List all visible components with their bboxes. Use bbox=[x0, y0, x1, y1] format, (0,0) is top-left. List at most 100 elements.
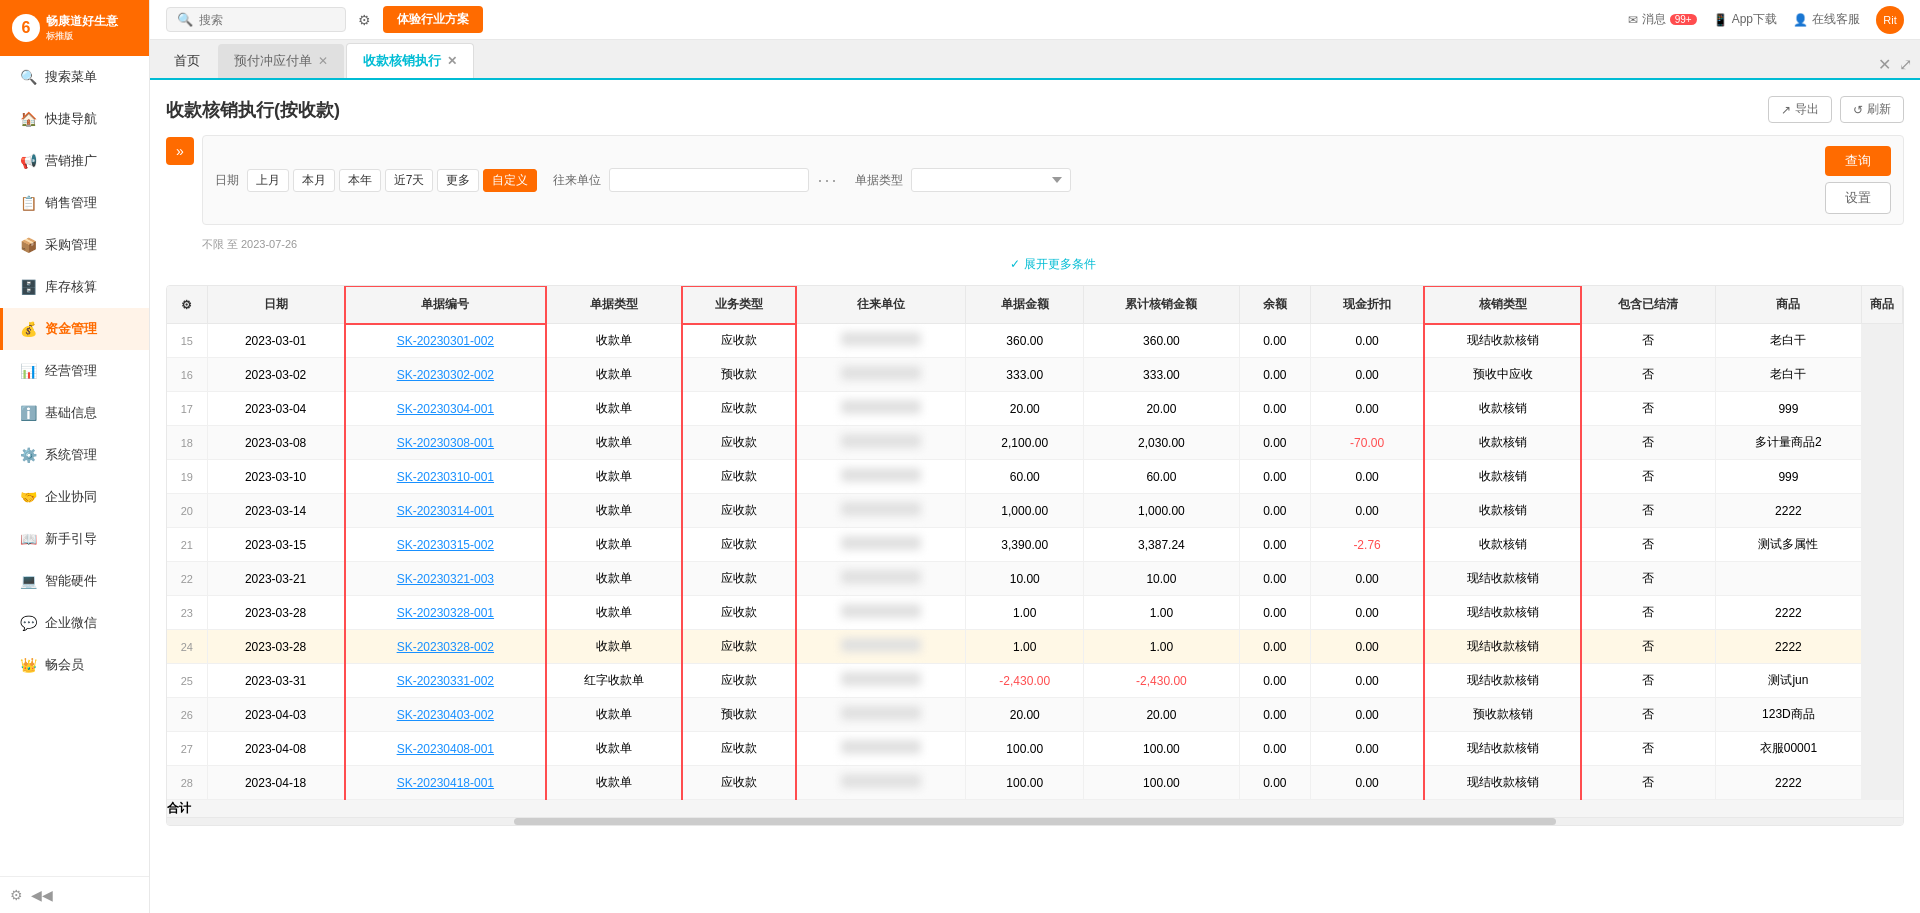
tab-home[interactable]: 首页 bbox=[158, 44, 216, 78]
td-date: 2023-03-28 bbox=[207, 630, 345, 664]
td-voucher-type: 收款单 bbox=[546, 426, 682, 460]
messages-item[interactable]: ✉ 消息 99+ bbox=[1628, 11, 1697, 28]
tab-prepay-close-icon[interactable]: ✕ bbox=[318, 54, 328, 68]
search-input[interactable] bbox=[199, 13, 335, 27]
voucher-no-link[interactable]: SK-20230328-001 bbox=[397, 606, 494, 620]
sidebar-item-system[interactable]: ⚙️ 系统管理 bbox=[0, 434, 149, 476]
app-download-item[interactable]: 📱 App下载 bbox=[1713, 11, 1777, 28]
td-date: 2023-04-18 bbox=[207, 766, 345, 800]
sidebar-item-inventory[interactable]: 🗄️ 库存核算 bbox=[0, 266, 149, 308]
tab-maximize-icon[interactable]: ⤢ bbox=[1899, 55, 1912, 74]
sidebar-item-search-menu[interactable]: 🔍 搜索菜单 bbox=[0, 56, 149, 98]
date-btn-7days[interactable]: 近7天 bbox=[385, 169, 434, 192]
th-date[interactable]: 日期 bbox=[207, 286, 345, 324]
date-btn-more[interactable]: 更多 bbox=[437, 169, 479, 192]
sidebar-item-finance[interactable]: 💰 资金管理 bbox=[0, 308, 149, 350]
th-product2[interactable]: 商品 bbox=[1862, 286, 1903, 324]
sidebar-item-quick-nav[interactable]: 🏠 快捷导航 bbox=[0, 98, 149, 140]
sidebar-item-operations[interactable]: 📊 经营管理 bbox=[0, 350, 149, 392]
voucher-type-select[interactable] bbox=[911, 168, 1071, 192]
th-biz-type[interactable]: 业务类型 bbox=[682, 286, 795, 324]
voucher-no-link[interactable]: SK-20230308-001 bbox=[397, 436, 494, 450]
voucher-no-link[interactable]: SK-20230302-002 bbox=[397, 368, 494, 382]
sidebar-item-sales[interactable]: 📋 销售管理 bbox=[0, 182, 149, 224]
td-num: 26 bbox=[167, 698, 207, 732]
solution-button[interactable]: 体验行业方案 bbox=[383, 6, 483, 33]
voucher-no-link[interactable]: SK-20230301-002 bbox=[397, 334, 494, 348]
service-icon: 👤 bbox=[1793, 13, 1808, 27]
date-btn-last-month[interactable]: 上月 bbox=[247, 169, 289, 192]
voucher-no-link[interactable]: SK-20230418-001 bbox=[397, 776, 494, 790]
scrollbar-thumb[interactable] bbox=[514, 818, 1556, 825]
voucher-no-link[interactable]: SK-20230331-002 bbox=[397, 674, 494, 688]
voucher-no-link[interactable]: SK-20230314-001 bbox=[397, 504, 494, 518]
td-product-img bbox=[1862, 324, 1903, 358]
td-voucher-type: 收款单 bbox=[546, 324, 682, 358]
user-avatar[interactable]: Rit bbox=[1876, 6, 1904, 34]
sidebar-item-smart-hw[interactable]: 💻 智能硬件 bbox=[0, 560, 149, 602]
td-balance: 0.00 bbox=[1239, 664, 1311, 698]
voucher-no-link[interactable]: SK-20230408-001 bbox=[397, 742, 494, 756]
th-cash-discount[interactable]: 现金折扣 bbox=[1311, 286, 1424, 324]
th-include-settled[interactable]: 包含已结清 bbox=[1581, 286, 1715, 324]
export-button[interactable]: ↗ 导出 bbox=[1768, 96, 1832, 123]
sidebar-item-basic-info[interactable]: ℹ️ 基础信息 bbox=[0, 392, 149, 434]
voucher-no-link[interactable]: SK-20230321-003 bbox=[397, 572, 494, 586]
horizontal-scrollbar[interactable] bbox=[167, 817, 1903, 825]
sidebar-item-corp-wechat[interactable]: 💬 企业微信 bbox=[0, 602, 149, 644]
topbar-gear-icon[interactable]: ⚙ bbox=[358, 12, 371, 28]
td-product: 多计量商品2 bbox=[1715, 426, 1861, 460]
refresh-button[interactable]: ↺ 刷新 bbox=[1840, 96, 1904, 123]
online-service-label: 在线客服 bbox=[1812, 11, 1860, 28]
th-gear[interactable]: ⚙ bbox=[167, 286, 207, 324]
th-voucher-no[interactable]: 单据编号 bbox=[345, 286, 546, 324]
th-voucher-type[interactable]: 单据类型 bbox=[546, 286, 682, 324]
th-verified-amount[interactable]: 累计核销金额 bbox=[1084, 286, 1239, 324]
date-btn-this-month[interactable]: 本月 bbox=[293, 169, 335, 192]
voucher-no-link[interactable]: SK-20230310-001 bbox=[397, 470, 494, 484]
filter-settings-button[interactable]: 设置 bbox=[1825, 182, 1891, 214]
td-product-img bbox=[1862, 698, 1903, 732]
table-container: ⚙ 日期 单据编号 单据类型 业务类型 往来单位 单据金额 累计核销金额 余额 … bbox=[166, 285, 1904, 826]
voucher-no-link[interactable]: SK-20230328-002 bbox=[397, 640, 494, 654]
td-biz-type: 应收款 bbox=[682, 426, 795, 460]
partner-input[interactable] bbox=[609, 168, 809, 192]
collapse-icon[interactable]: ◀◀ bbox=[31, 887, 53, 903]
sidebar-item-guide[interactable]: 📖 新手引导 bbox=[0, 518, 149, 560]
td-partner bbox=[796, 358, 966, 392]
settings-icon[interactable]: ⚙ bbox=[10, 887, 23, 903]
th-product[interactable]: 商品 bbox=[1715, 286, 1861, 324]
voucher-no-link[interactable]: SK-20230304-001 bbox=[397, 402, 494, 416]
td-balance: 0.00 bbox=[1239, 528, 1311, 562]
th-balance[interactable]: 余额 bbox=[1239, 286, 1311, 324]
tab-close-all-icon[interactable]: ✕ bbox=[1878, 55, 1891, 74]
sidebar-item-member[interactable]: 👑 畅会员 bbox=[0, 644, 149, 686]
voucher-no-link[interactable]: SK-20230315-002 bbox=[397, 538, 494, 552]
sidebar-item-purchase[interactable]: 📦 采购管理 bbox=[0, 224, 149, 266]
date-btn-this-year[interactable]: 本年 bbox=[339, 169, 381, 192]
th-partner[interactable]: 往来单位 bbox=[796, 286, 966, 324]
sales-icon: 📋 bbox=[19, 195, 37, 211]
topbar-search-box[interactable]: 🔍 bbox=[166, 7, 346, 32]
tab-prepay-receivable[interactable]: 预付冲应付单 ✕ bbox=[218, 44, 344, 78]
td-voucher-type: 收款单 bbox=[546, 596, 682, 630]
voucher-no-link[interactable]: SK-20230403-002 bbox=[397, 708, 494, 722]
sidebar-item-corp-collab[interactable]: 🤝 企业协同 bbox=[0, 476, 149, 518]
th-amount[interactable]: 单据金额 bbox=[966, 286, 1084, 324]
table-row: 20 2023-03-14 SK-20230314-001 收款单 应收款 1,… bbox=[167, 494, 1903, 528]
partner-blurred bbox=[841, 400, 921, 414]
td-balance: 0.00 bbox=[1239, 698, 1311, 732]
query-button[interactable]: 查询 bbox=[1825, 146, 1891, 176]
td-num: 15 bbox=[167, 324, 207, 358]
tab-receipt-verify[interactable]: 收款核销执行 ✕ bbox=[346, 43, 474, 78]
td-date: 2023-03-21 bbox=[207, 562, 345, 596]
table-row: 25 2023-03-31 SK-20230331-002 红字收款单 应收款 … bbox=[167, 664, 1903, 698]
th-verify-type[interactable]: 核销类型 bbox=[1424, 286, 1581, 324]
expand-more-btn[interactable]: ✓ 展开更多条件 bbox=[202, 252, 1904, 277]
filter-toggle-button[interactable]: » bbox=[166, 137, 194, 165]
date-btn-custom[interactable]: 自定义 bbox=[483, 169, 537, 192]
online-service-item[interactable]: 👤 在线客服 bbox=[1793, 11, 1860, 28]
sidebar-item-marketing[interactable]: 📢 营销推广 bbox=[0, 140, 149, 182]
tab-receipt-close-icon[interactable]: ✕ bbox=[447, 54, 457, 68]
td-biz-type: 应收款 bbox=[682, 494, 795, 528]
